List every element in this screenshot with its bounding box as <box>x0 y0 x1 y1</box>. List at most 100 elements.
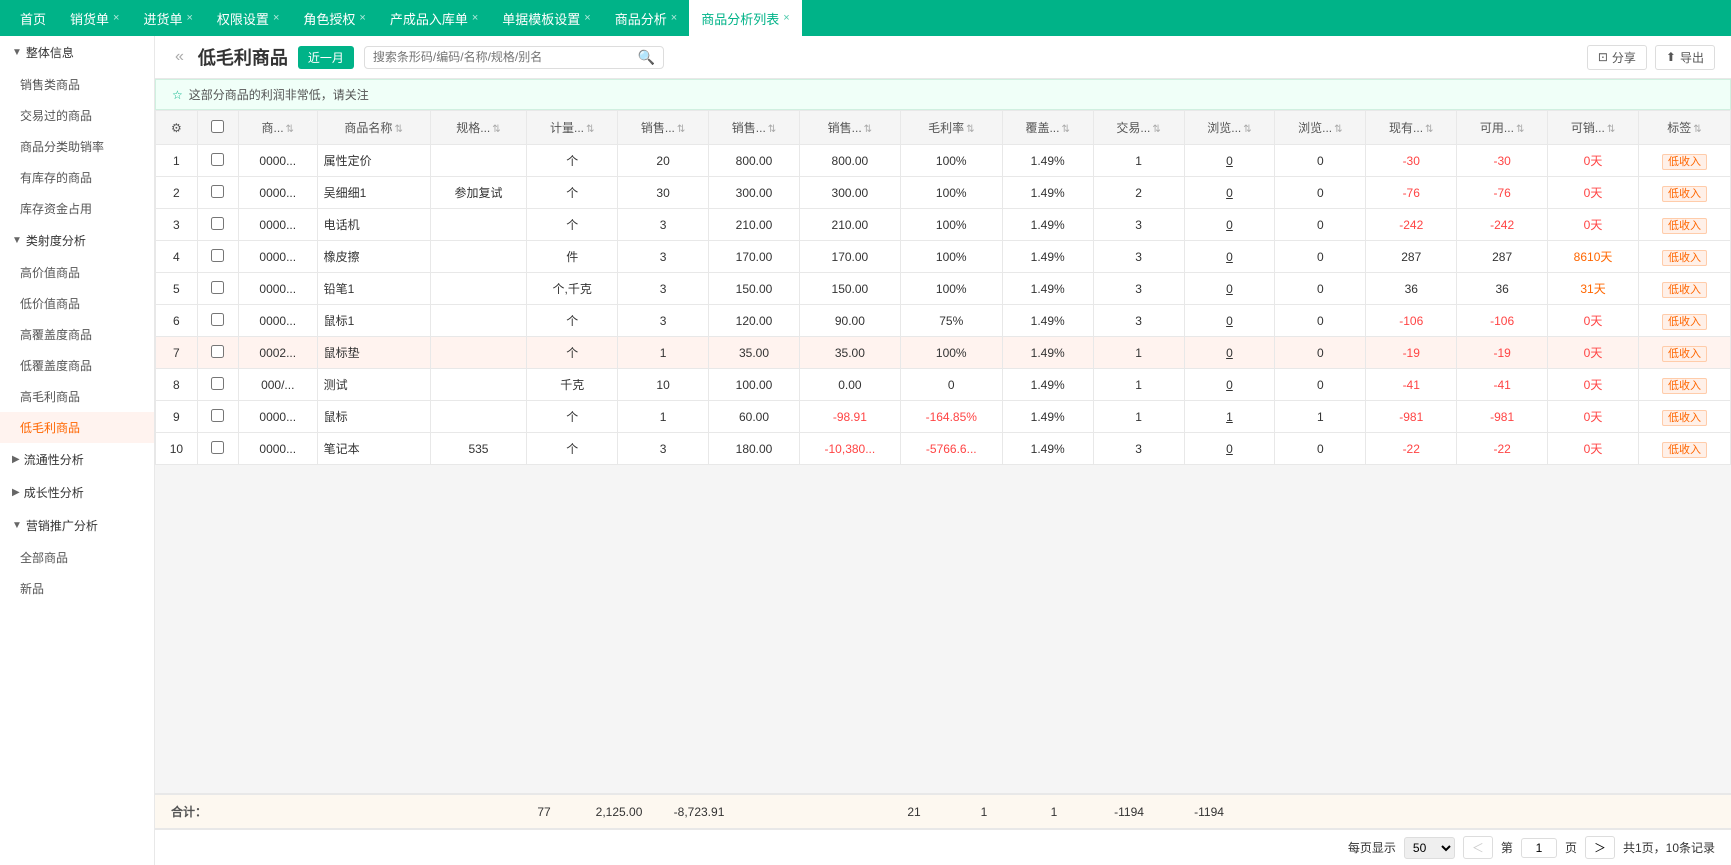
sidebar-item-stock-goods[interactable]: 有库存的商品 <box>0 162 154 193</box>
nav-purchase[interactable]: 进货单 × <box>131 0 204 36</box>
row-name[interactable]: 鼠标 <box>317 401 430 433</box>
sidebar-group-marketing[interactable]: ▼ 营销推广分析 <box>0 509 154 542</box>
row-name[interactable]: 鼠标垫 <box>317 337 430 369</box>
close-icon[interactable]: × <box>186 12 192 24</box>
row-name[interactable]: 橡皮擦 <box>317 241 430 273</box>
sidebar-group-growth[interactable]: ▶ 成长性分析 <box>0 476 154 509</box>
row-browse1[interactable]: 0 <box>1184 177 1275 209</box>
row-checkbox[interactable] <box>197 369 238 401</box>
settings-col-header[interactable]: ⚙ <box>156 111 198 145</box>
sidebar-item-new-goods[interactable]: 新品 <box>0 573 154 604</box>
per-page-select[interactable]: 50 100 200 <box>1404 837 1455 859</box>
row-checkbox[interactable] <box>197 337 238 369</box>
row-checkbox[interactable] <box>197 401 238 433</box>
row-select-checkbox[interactable] <box>211 185 224 198</box>
sidebar-item-low-coverage[interactable]: 低覆盖度商品 <box>0 350 154 381</box>
nav-goods-analysis[interactable]: 商品分析 × <box>603 0 689 36</box>
sidebar-item-high-value[interactable]: 高价值商品 <box>0 257 154 288</box>
browse1-col-header[interactable]: 浏览...⇅ <box>1184 111 1275 145</box>
sidebar-item-sales-goods[interactable]: 销售类商品 <box>0 69 154 100</box>
browse2-col-header[interactable]: 浏览...⇅ <box>1275 111 1366 145</box>
row-browse1[interactable]: 0 <box>1184 241 1275 273</box>
close-icon[interactable]: × <box>671 12 677 24</box>
row-browse1[interactable]: 0 <box>1184 273 1275 305</box>
row-name[interactable]: 鼠标1 <box>317 305 430 337</box>
select-all-checkbox[interactable] <box>211 120 224 133</box>
prev-page-button[interactable]: ＜ <box>1463 836 1493 859</box>
close-icon[interactable]: × <box>783 12 789 24</box>
nav-product-in[interactable]: 产成品入库单 × <box>378 0 490 36</box>
nav-permission[interactable]: 权限设置 × <box>205 0 291 36</box>
export-button[interactable]: ⬆ 导出 <box>1655 45 1715 70</box>
row-name[interactable]: 属性定价 <box>317 145 430 177</box>
sales-amount-col-header[interactable]: 销售...⇅ <box>799 111 900 145</box>
unit-col-header[interactable]: 计量...⇅ <box>527 111 618 145</box>
spec-col-header[interactable]: 规格...⇅ <box>430 111 527 145</box>
sales-price-col-header[interactable]: 销售...⇅ <box>709 111 800 145</box>
row-checkbox[interactable] <box>197 273 238 305</box>
search-input[interactable] <box>373 50 638 64</box>
row-select-checkbox[interactable] <box>211 153 224 166</box>
close-icon[interactable]: × <box>359 12 365 24</box>
current-stock-col-header[interactable]: 现有...⇅ <box>1366 111 1457 145</box>
row-browse1[interactable]: 0 <box>1184 145 1275 177</box>
row-select-checkbox[interactable] <box>211 441 224 454</box>
row-checkbox[interactable] <box>197 305 238 337</box>
collapse-button[interactable]: « <box>171 48 188 66</box>
search-icon[interactable]: 🔍 <box>637 49 654 66</box>
close-icon[interactable]: × <box>113 12 119 24</box>
sidebar-item-high-margin[interactable]: 高毛利商品 <box>0 381 154 412</box>
row-select-checkbox[interactable] <box>211 313 224 326</box>
row-checkbox[interactable] <box>197 145 238 177</box>
sidebar-item-high-coverage[interactable]: 高覆盖度商品 <box>0 319 154 350</box>
sidebar-group-value[interactable]: ▼ 类射度分析 <box>0 224 154 257</box>
row-checkbox[interactable] <box>197 177 238 209</box>
available-col-header[interactable]: 可用...⇅ <box>1457 111 1548 145</box>
row-select-checkbox[interactable] <box>211 409 224 422</box>
row-browse1[interactable]: 0 <box>1184 337 1275 369</box>
gross-margin-col-header[interactable]: 毛利率⇅ <box>900 111 1002 145</box>
trade-col-header[interactable]: 交易...⇅ <box>1093 111 1184 145</box>
code-col-header[interactable]: 商...⇅ <box>238 111 317 145</box>
sidebar-item-all-goods[interactable]: 全部商品 <box>0 542 154 573</box>
nav-template[interactable]: 单据模板设置 × <box>490 0 602 36</box>
row-browse1[interactable]: 0 <box>1184 433 1275 465</box>
sidebar-group-overall[interactable]: ▼ 整体信息 <box>0 36 154 69</box>
next-page-button[interactable]: ＞ <box>1585 836 1615 859</box>
page-number-input[interactable] <box>1521 838 1557 858</box>
sales-qty-col-header[interactable]: 销售...⇅ <box>618 111 709 145</box>
saleable-col-header[interactable]: 可销...⇅ <box>1548 111 1639 145</box>
row-name[interactable]: 笔记本 <box>317 433 430 465</box>
row-browse1[interactable]: 0 <box>1184 209 1275 241</box>
sidebar-item-traded-goods[interactable]: 交易过的商品 <box>0 100 154 131</box>
nav-sales[interactable]: 销货单 × <box>58 0 131 36</box>
row-select-checkbox[interactable] <box>211 281 224 294</box>
close-icon[interactable]: × <box>584 12 590 24</box>
sidebar-item-category-rate[interactable]: 商品分类助销率 <box>0 131 154 162</box>
sidebar-item-low-margin[interactable]: 低毛利商品 <box>0 412 154 443</box>
tag-col-header[interactable]: 标签⇅ <box>1638 111 1730 145</box>
row-name[interactable]: 测试 <box>317 369 430 401</box>
row-checkbox[interactable] <box>197 209 238 241</box>
row-checkbox[interactable] <box>197 241 238 273</box>
sidebar-item-low-value[interactable]: 低价值商品 <box>0 288 154 319</box>
close-icon[interactable]: × <box>273 12 279 24</box>
row-browse1[interactable]: 0 <box>1184 369 1275 401</box>
checkbox-col-header[interactable] <box>197 111 238 145</box>
sidebar-group-flow[interactable]: ▶ 流通性分析 <box>0 443 154 476</box>
coverage-col-header[interactable]: 覆盖...⇅ <box>1002 111 1093 145</box>
name-col-header[interactable]: 商品名称⇅ <box>317 111 430 145</box>
row-browse1[interactable]: 1 <box>1184 401 1275 433</box>
sidebar-item-capital[interactable]: 库存资金占用 <box>0 193 154 224</box>
nav-role[interactable]: 角色授权 × <box>291 0 377 36</box>
row-browse1[interactable]: 0 <box>1184 305 1275 337</box>
row-select-checkbox[interactable] <box>211 217 224 230</box>
row-name[interactable]: 电话机 <box>317 209 430 241</box>
close-icon[interactable]: × <box>472 12 478 24</box>
row-checkbox[interactable] <box>197 433 238 465</box>
nav-home[interactable]: 首页 <box>8 0 58 36</box>
nav-goods-analysis-list[interactable]: 商品分析列表 × <box>689 0 801 36</box>
row-select-checkbox[interactable] <box>211 345 224 358</box>
time-filter-button[interactable]: 近一月 <box>298 46 354 69</box>
row-select-checkbox[interactable] <box>211 249 224 262</box>
